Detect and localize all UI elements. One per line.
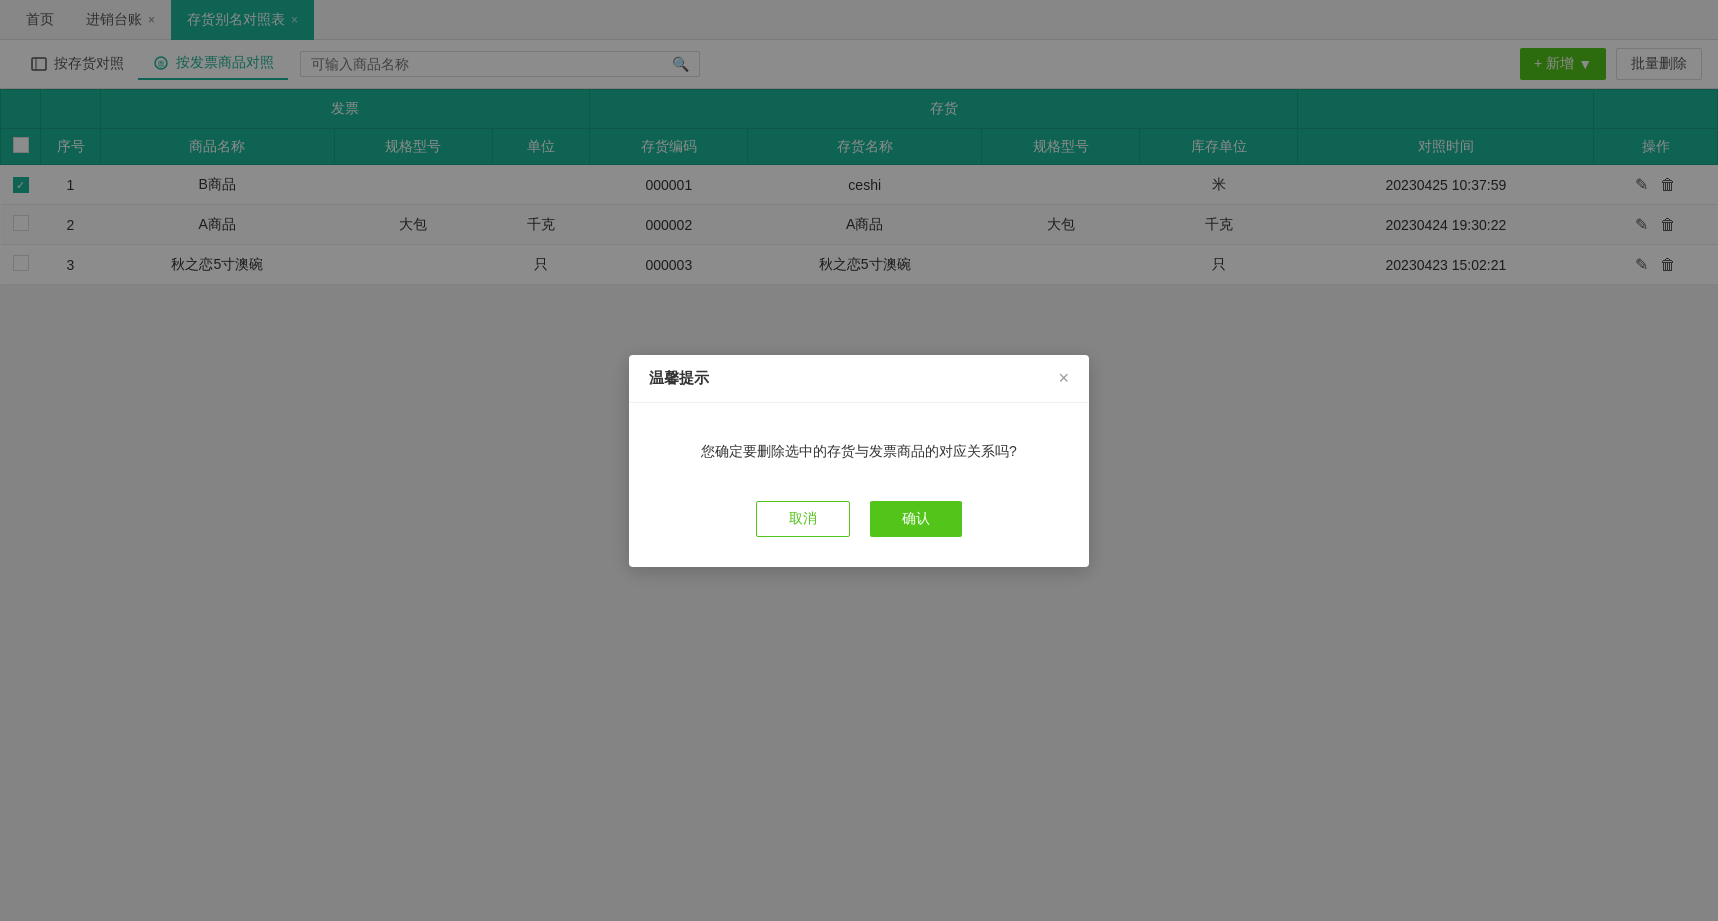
- modal-overlay: 温馨提示 × 您确定要删除选中的存货与发票商品的对应关系吗? 取消 确认: [0, 0, 1718, 285]
